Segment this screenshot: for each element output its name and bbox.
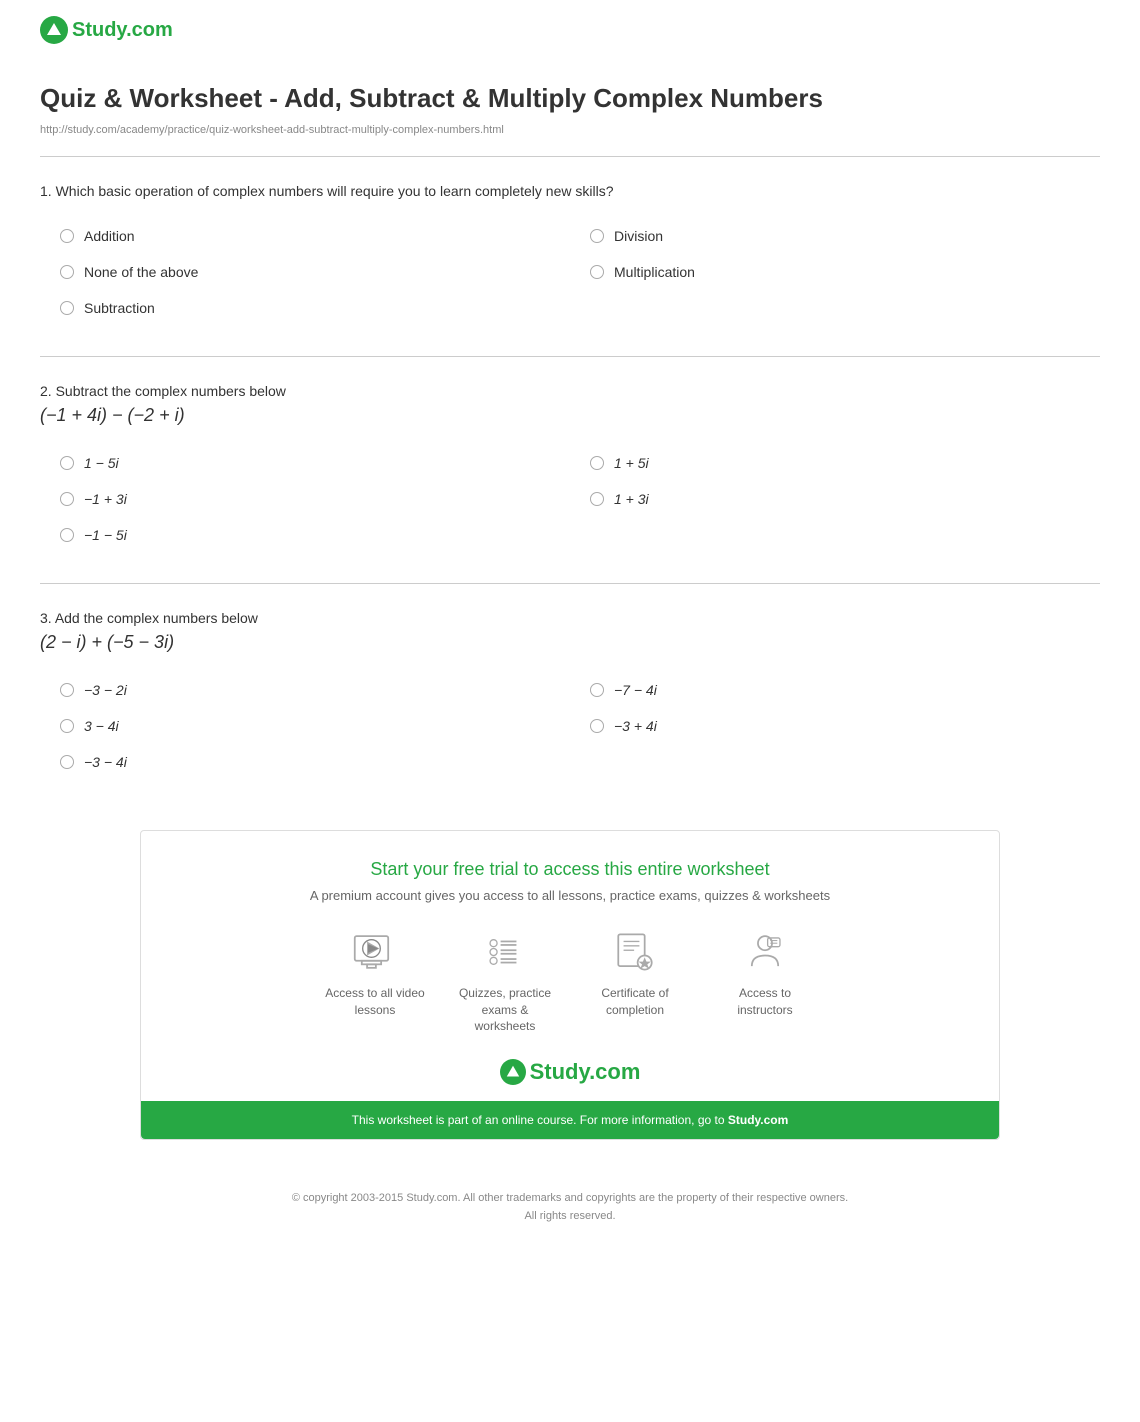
option-q3-neg3minus2i[interactable]: −3 − 2i (40, 672, 570, 708)
promo-logo: Study.com (161, 1059, 979, 1085)
logo-icon (40, 16, 68, 44)
option-q2-neg1plus3i[interactable]: −1 + 3i (40, 481, 570, 517)
promo-banner-link[interactable]: Study.com (728, 1113, 788, 1127)
radio-q2-1plus3i[interactable] (590, 492, 604, 506)
feature-certificate-label: Certificate of completion (585, 985, 685, 1019)
feature-quizzes-label: Quizzes, practice exams & worksheets (455, 985, 555, 1035)
feature-video-lessons-label: Access to all video lessons (325, 985, 425, 1019)
option-q3-3minus4i[interactable]: 3 − 4i (40, 708, 570, 744)
promo-features: Access to all video lessons Quizzes, (161, 927, 979, 1035)
promo-banner: This worksheet is part of an online cour… (141, 1101, 999, 1139)
radio-q1-addition[interactable] (60, 229, 74, 243)
question-1: 1. Which basic operation of complex numb… (40, 156, 1100, 356)
question-3-text: 3. Add the complex numbers below (2 − i)… (40, 608, 1100, 656)
radio-q3-neg3plus4i[interactable] (590, 719, 604, 733)
promo-logo-text: Study.com (530, 1059, 641, 1085)
video-lessons-icon (350, 927, 400, 977)
promo-logo-icon (500, 1059, 526, 1085)
page-url: http://study.com/academy/practice/quiz-w… (0, 120, 1140, 156)
radio-q3-neg3minus2i[interactable] (60, 683, 74, 697)
feature-instructors: Access to instructors (715, 927, 815, 1035)
instructors-icon (740, 927, 790, 977)
radio-q1-division[interactable] (590, 229, 604, 243)
option-q1-none[interactable]: None of the above (40, 254, 570, 290)
question-1-text: 1. Which basic operation of complex numb… (40, 181, 1100, 202)
quizzes-icon (480, 927, 530, 977)
radio-q2-neg1plus3i[interactable] (60, 492, 74, 506)
option-q3-neg7minus4i[interactable]: −7 − 4i (570, 672, 1100, 708)
radio-q1-subtraction[interactable] (60, 301, 74, 315)
option-q2-neg1minus5i[interactable]: −1 − 5i (40, 517, 570, 553)
copyright-text: © copyright 2003-2015 Study.com. All oth… (40, 1190, 1100, 1208)
header: Study.com (0, 0, 1140, 52)
footer: © copyright 2003-2015 Study.com. All oth… (0, 1170, 1140, 1245)
logo-text: Study.com (72, 19, 173, 42)
feature-instructors-label: Access to instructors (715, 985, 815, 1019)
radio-q3-neg7minus4i[interactable] (590, 683, 604, 697)
option-q1-subtraction[interactable]: Subtraction (40, 290, 570, 326)
option-q1-multiplication[interactable]: Multiplication (570, 254, 1100, 290)
radio-q2-1plus5i[interactable] (590, 456, 604, 470)
radio-q3-neg3minus4i[interactable] (60, 755, 74, 769)
option-q1-division[interactable]: Division (570, 218, 1100, 254)
option-q2-1plus3i[interactable]: 1 + 3i (570, 481, 1100, 517)
promo-box: Start your free trial to access this ent… (140, 830, 1000, 1140)
question-1-options: Addition Division None of the above Mult… (40, 218, 1100, 326)
feature-quizzes: Quizzes, practice exams & worksheets (455, 927, 555, 1035)
question-2: 2. Subtract the complex numbers below (−… (40, 356, 1100, 583)
promo-title: Start your free trial to access this ent… (161, 859, 979, 880)
question-3-options: −3 − 2i −7 − 4i 3 − 4i −3 + 4i −3 − 4i (40, 672, 1100, 780)
option-q1-addition[interactable]: Addition (40, 218, 570, 254)
page-title: Quiz & Worksheet - Add, Subtract & Multi… (40, 82, 1100, 116)
option-q2-1minus5i[interactable]: 1 − 5i (40, 445, 570, 481)
option-q3-neg3minus4i[interactable]: −3 − 4i (40, 744, 570, 780)
promo-subtitle: A premium account gives you access to al… (161, 888, 979, 903)
radio-q3-3minus4i[interactable] (60, 719, 74, 733)
option-q3-neg3plus4i[interactable]: −3 + 4i (570, 708, 1100, 744)
question-2-options: 1 − 5i 1 + 5i −1 + 3i 1 + 3i −1 − 5i (40, 445, 1100, 553)
content: 1. Which basic operation of complex numb… (0, 156, 1140, 810)
radio-q1-multiplication[interactable] (590, 265, 604, 279)
radio-q2-neg1minus5i[interactable] (60, 528, 74, 542)
option-q2-1plus5i[interactable]: 1 + 5i (570, 445, 1100, 481)
rights-text: All rights reserved. (40, 1208, 1100, 1226)
page-title-section: Quiz & Worksheet - Add, Subtract & Multi… (0, 52, 1140, 120)
logo: Study.com (40, 16, 1100, 44)
radio-q2-1minus5i[interactable] (60, 456, 74, 470)
question-3: 3. Add the complex numbers below (2 − i)… (40, 583, 1100, 810)
radio-q1-none[interactable] (60, 265, 74, 279)
feature-certificate: Certificate of completion (585, 927, 685, 1035)
question-2-text: 2. Subtract the complex numbers below (−… (40, 381, 1100, 429)
certificate-icon (610, 927, 660, 977)
feature-video-lessons: Access to all video lessons (325, 927, 425, 1035)
